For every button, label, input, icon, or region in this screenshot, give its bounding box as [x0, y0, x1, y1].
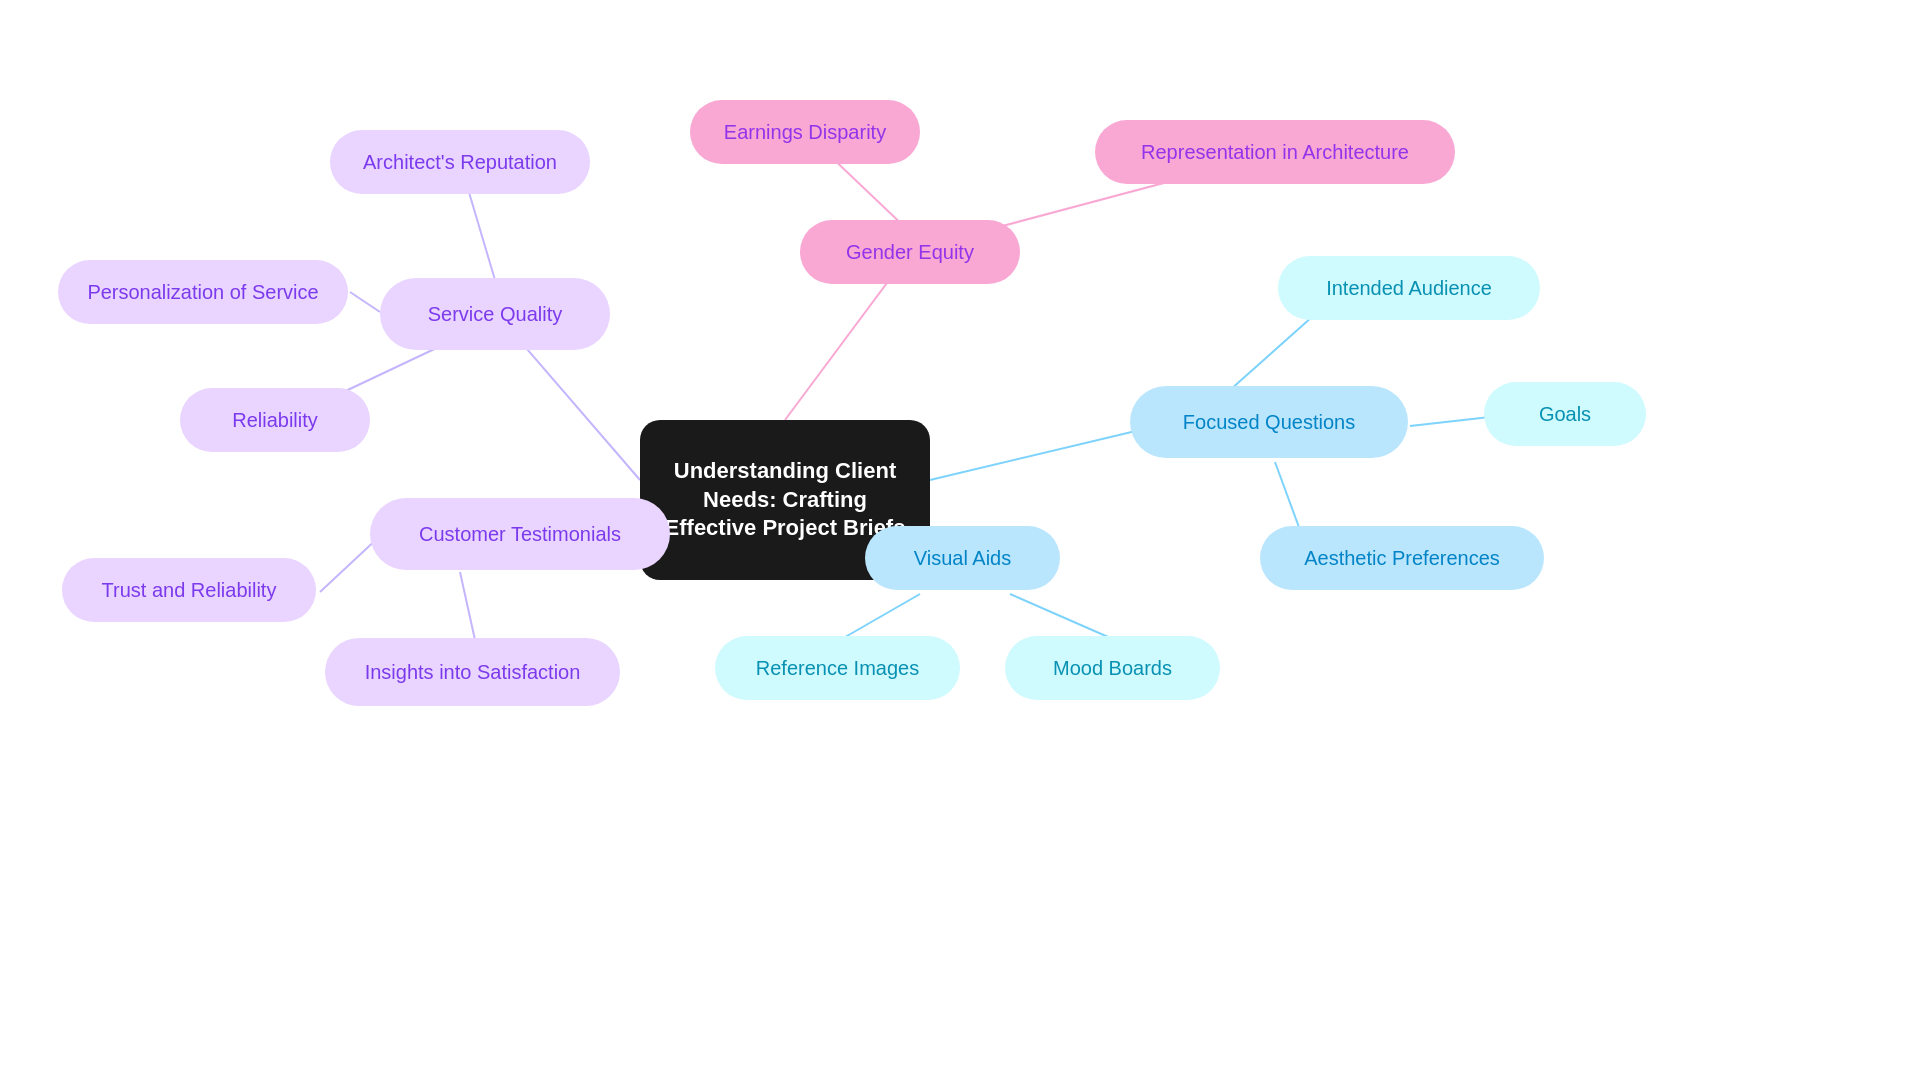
visual-aids-node: Visual Aids [865, 526, 1060, 590]
aesthetic-preferences-node: Aesthetic Preferences [1260, 526, 1544, 590]
svg-line-12 [1010, 594, 1115, 640]
earnings-disparity-node: Earnings Disparity [690, 100, 920, 164]
trust-reliability-node: Trust and Reliability [62, 558, 316, 622]
gender-equity-node: Gender Equity [800, 220, 1020, 284]
representation-node: Representation in Architecture [1095, 120, 1455, 184]
svg-line-15 [1410, 417, 1490, 426]
mood-boards-node: Mood Boards [1005, 636, 1220, 700]
insights-satisfaction-node: Insights into Satisfaction [325, 638, 620, 706]
svg-line-5 [350, 292, 380, 312]
goals-node: Goals [1484, 382, 1646, 446]
svg-line-11 [840, 594, 920, 640]
personalization-node: Personalization of Service [58, 260, 348, 324]
service-quality-node: Service Quality [380, 278, 610, 350]
architects-reputation-node: Architect's Reputation [330, 130, 590, 194]
customer-testimonials-node: Customer Testimonials [370, 498, 670, 570]
reliability-node: Reliability [180, 388, 370, 452]
svg-line-13 [930, 430, 1140, 480]
intended-audience-node: Intended Audience [1278, 256, 1540, 320]
svg-line-16 [1275, 462, 1300, 530]
reference-images-node: Reference Images [715, 636, 960, 700]
svg-line-9 [460, 572, 475, 640]
focused-questions-node: Focused Questions [1130, 386, 1408, 458]
